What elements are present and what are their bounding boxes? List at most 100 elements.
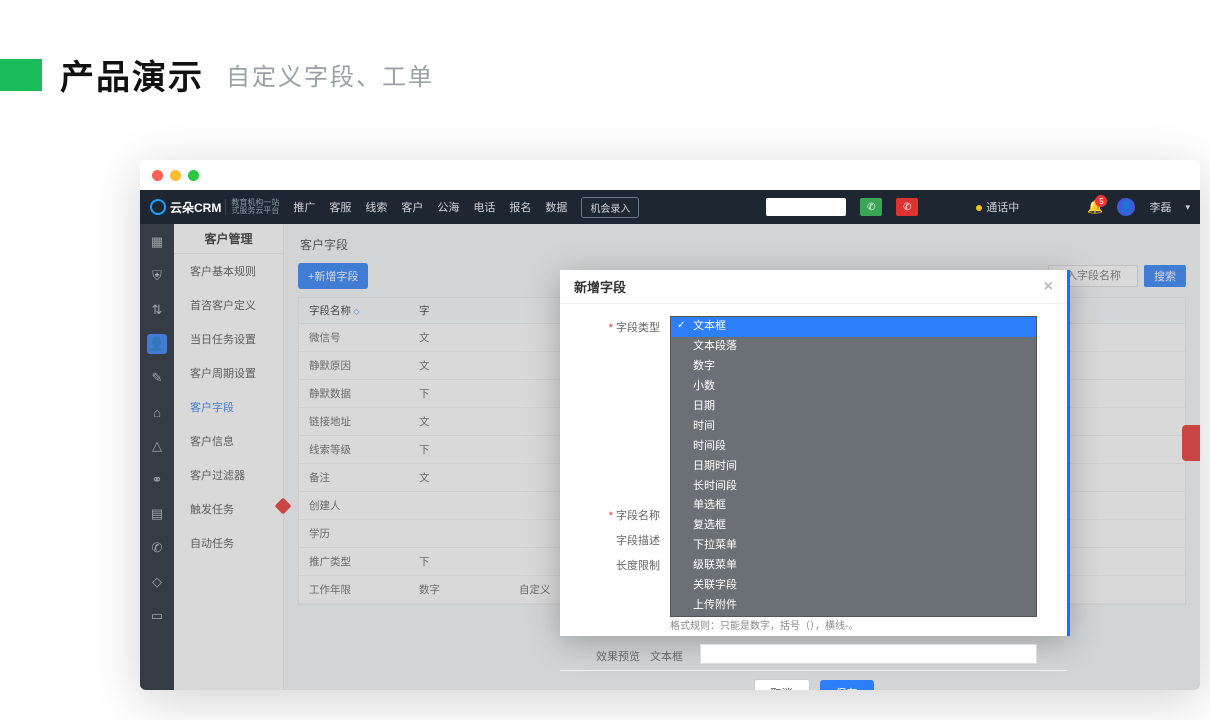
field-type-option[interactable]: 复选框 [671,516,1036,536]
modal-title: 新增字段 [574,277,626,296]
dial-input[interactable] [766,198,846,216]
rail-chart-icon[interactable]: ⇅ [147,300,167,320]
cell: 微信号 [299,330,409,345]
icon-rail: ▦ ⛨ ⇅ 👤 ✎ ⌂ △ ⚭ ▤ ✆ ◇ ▭ [140,224,174,690]
rail-group-icon[interactable]: ⚭ [147,470,167,490]
nav-item-2[interactable]: 线索 [365,199,387,215]
rail-phone-icon[interactable]: ✆ [147,538,167,558]
nav-item-4[interactable]: 公海 [437,199,459,215]
notification-bell[interactable]: 🔔 5 [1087,199,1103,215]
sidebar-title: 客户管理 [174,224,283,254]
field-type-option[interactable]: 时间段 [671,437,1036,457]
label-field-type: 字段类型 [560,316,670,335]
col-2: 字 [409,303,509,318]
cell: 链接地址 [299,414,409,429]
row-field-type: 字段类型 文本框文本段落数字小数日期时间时间段日期时间长时间段单选框复选框下拉菜… [560,316,1037,336]
field-type-option[interactable]: 日期 [671,397,1036,417]
nav-item-1[interactable]: 客服 [329,199,351,215]
user-name: 李磊 [1149,199,1171,215]
field-type-option[interactable]: 级联菜单 [671,556,1036,576]
rail-tag-icon[interactable]: ◇ [147,572,167,592]
window-controls [140,160,1200,190]
sidebar-item-8[interactable]: 自动任务 [174,526,283,560]
field-type-option[interactable]: 长时间段 [671,477,1036,497]
search-button[interactable]: 搜索 [1144,265,1186,287]
add-field-modal: 新增字段 × 字段类型 文本框文本段落数字小数日期时间时间段日期时间长时间段单选… [560,270,1070,636]
cell: 备注 [299,470,409,485]
close-window-icon[interactable] [152,170,163,181]
rail-home-icon[interactable]: ⌂ [147,402,167,422]
sidebar-item-4[interactable]: 客户字段 [174,390,283,424]
hangup-button[interactable]: ✆ [896,198,918,216]
cell: 静默数据 [299,386,409,401]
label-field-desc: 字段描述 [560,529,670,548]
cell: 数字 [409,582,509,597]
save-button[interactable]: 保存 [820,680,874,691]
status-dot-icon [976,205,982,211]
field-type-dropdown: 文本框文本段落数字小数日期时间时间段日期时间长时间段单选框复选框下拉菜单级联菜单… [670,316,1037,617]
slide-subtitle: 自定义字段、工单 [226,57,434,92]
cell: 下 [409,442,509,457]
field-type-option[interactable]: 日期时间 [671,457,1036,477]
rail-triangle-icon[interactable]: △ [147,436,167,456]
sidebar-item-0[interactable]: 客户基本规则 [174,254,283,288]
sidebar-item-5[interactable]: 客户信息 [174,424,283,458]
minimize-window-icon[interactable] [170,170,181,181]
field-type-option[interactable]: 单选框 [671,496,1036,516]
rail-card-icon[interactable]: ▭ [147,606,167,626]
nav-item-0[interactable]: 推广 [293,199,315,215]
avatar-icon: 👤 [1120,202,1132,213]
app-topbar: 云朵CRM 教育机构一站式服务云平台 推广客服线索客户公海电话报名数据 机会录入… [140,190,1200,224]
rail-user-icon[interactable]: 👤 [147,334,167,354]
field-type-option[interactable]: 小数 [671,377,1036,397]
modal-body: 字段类型 文本框文本段落数字小数日期时间时间段日期时间长时间段单选框复选框下拉菜… [560,304,1067,670]
sidebar-item-1[interactable]: 首咨客户定义 [174,288,283,322]
sidebar-item-2[interactable]: 当日任务设置 [174,322,283,356]
field-type-option[interactable]: 数字 [671,357,1036,377]
rail-note-icon[interactable]: ▤ [147,504,167,524]
field-type-option[interactable]: 下拉菜单 [671,536,1036,556]
preview-input[interactable] [700,644,1037,664]
sidebar: 客户管理 客户基本规则首咨客户定义当日任务设置客户周期设置客户字段客户信息客户过… [174,224,284,690]
call-status: 通话中 [976,199,1019,215]
top-nav: 推广客服线索客户公海电话报名数据 [293,199,567,215]
cloud-logo-icon [148,197,169,218]
rail-grid-icon[interactable]: ▦ [147,232,167,252]
cell: 文 [409,470,509,485]
nav-item-5[interactable]: 电话 [473,199,495,215]
slide-header: 产品演示 自定义字段、工单 [0,50,434,99]
browser-window: 云朵CRM 教育机构一站式服务云平台 推广客服线索客户公海电话报名数据 机会录入… [140,160,1200,690]
modal-close-button[interactable]: × [1044,278,1053,296]
record-entry-button[interactable]: 机会录入 [581,197,639,218]
rail-signature-icon[interactable]: ✎ [147,368,167,388]
field-type-option[interactable]: 文本框 [671,317,1036,337]
field-type-option[interactable]: 关联字段 [671,576,1036,596]
nav-item-3[interactable]: 客户 [401,199,423,215]
call-button[interactable]: ✆ [860,198,882,216]
sidebar-item-6[interactable]: 客户过滤器 [174,458,283,492]
chevron-down-icon[interactable]: ▾ [1185,202,1190,213]
user-avatar[interactable]: 👤 [1117,198,1135,216]
cancel-button[interactable]: 取消 [754,679,810,691]
cell: 推广类型 [299,554,409,569]
phone-icon: ✆ [867,202,875,213]
maximize-window-icon[interactable] [188,170,199,181]
add-field-button[interactable]: +新增字段 [298,263,368,289]
field-type-option[interactable]: 上传附件 [671,596,1036,616]
cell: 创建人 [299,498,409,513]
notification-badge: 5 [1095,195,1107,207]
field-type-option[interactable]: 文本段落 [671,337,1036,357]
page-title: 客户字段 [300,236,1186,253]
cell: 下 [409,386,509,401]
col-field-name[interactable]: 字段名称 [299,303,409,318]
sidebar-item-7[interactable]: 触发任务 [174,492,283,526]
nav-item-7[interactable]: 数据 [545,199,567,215]
rail-shield-icon[interactable]: ⛨ [147,266,167,286]
slide-title: 产品演示 [60,50,204,99]
row-preview: 效果预览 文本框 [560,644,1037,664]
field-type-option[interactable]: 时间 [671,417,1036,437]
right-side-tag[interactable] [1182,425,1200,461]
label-field-name: 字段名称 [560,504,670,523]
nav-item-6[interactable]: 报名 [509,199,531,215]
sidebar-item-3[interactable]: 客户周期设置 [174,356,283,390]
